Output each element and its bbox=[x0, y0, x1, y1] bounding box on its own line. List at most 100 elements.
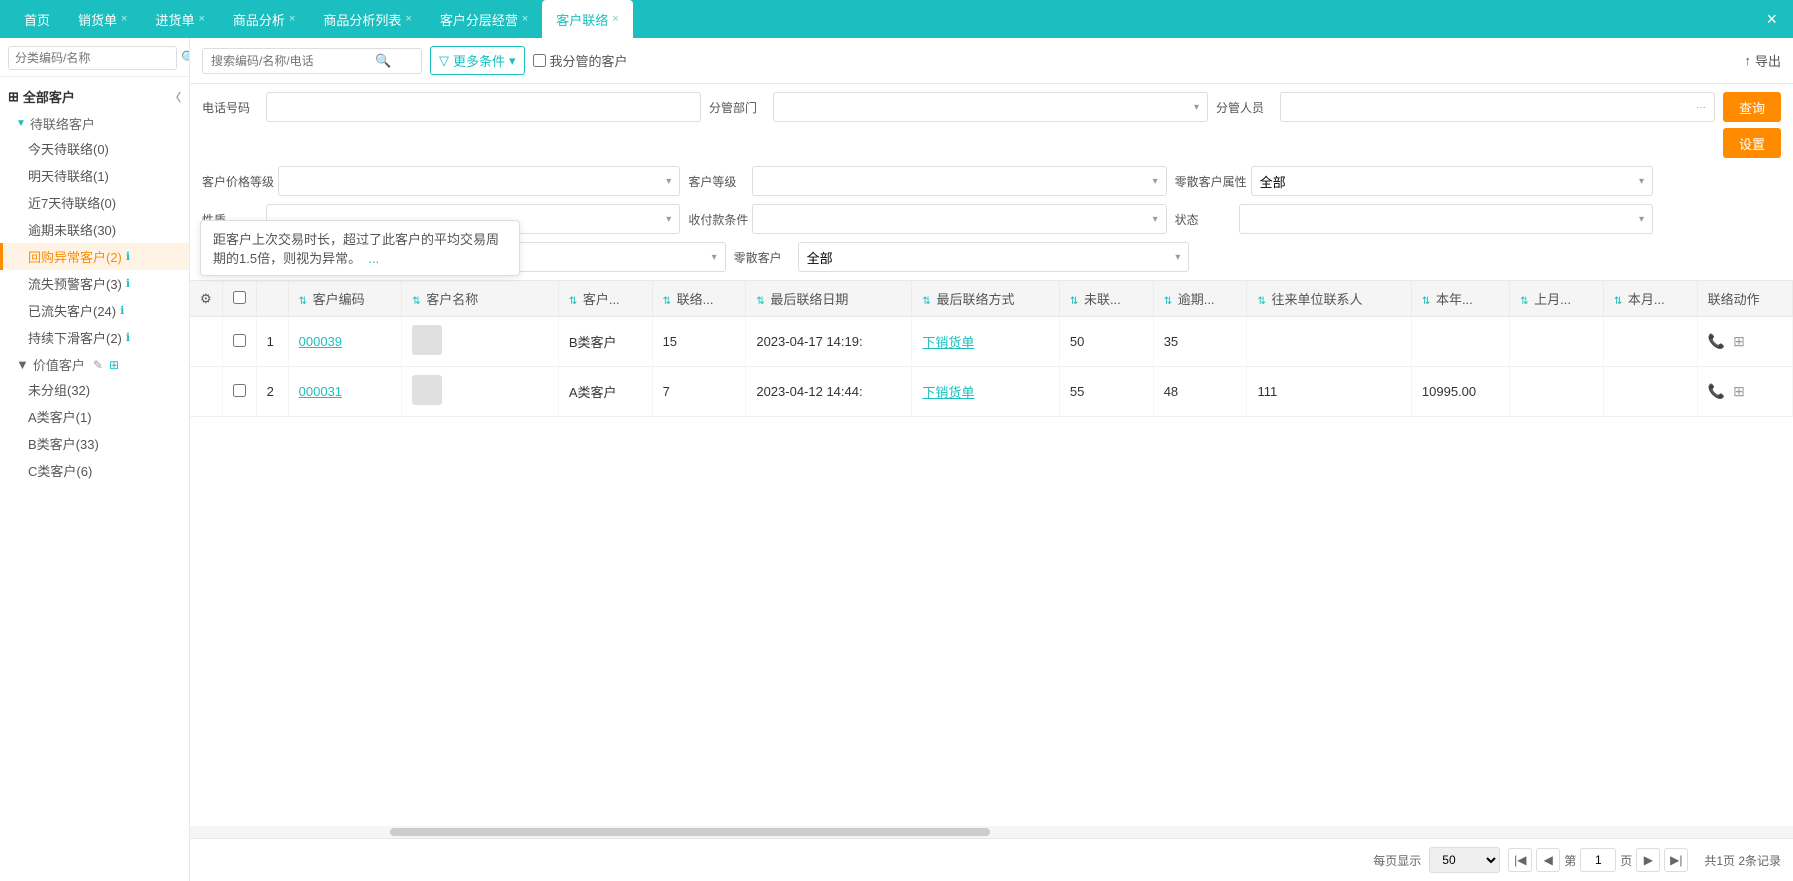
more-conditions-btn[interactable]: ▽ 更多条件 ▾ bbox=[430, 46, 525, 75]
sidebar-item-tomorrow[interactable]: 明天待联络(1) bbox=[0, 162, 189, 189]
close-all-tabs[interactable]: × bbox=[1766, 9, 1777, 30]
add-icon[interactable]: ⊞ bbox=[109, 358, 119, 372]
row1-checkbox[interactable] bbox=[222, 317, 256, 367]
pending-contact-group[interactable]: ▼ 待联络客户 bbox=[0, 110, 189, 135]
tab-sales[interactable]: 销货单 × bbox=[64, 0, 141, 38]
row1-code[interactable]: 000039 bbox=[288, 317, 402, 367]
row2-checkbox[interactable] bbox=[222, 367, 256, 417]
tab-customer-mgmt-close[interactable]: × bbox=[522, 13, 528, 25]
col-checkbox bbox=[222, 281, 256, 317]
select-all-checkbox[interactable] bbox=[233, 291, 246, 304]
info-icon-4: ℹ bbox=[126, 331, 130, 344]
sidebar-item-class-a[interactable]: A类客户(1) bbox=[0, 403, 189, 430]
sidebar-item-class-b[interactable]: B类客户(33) bbox=[0, 430, 189, 457]
tab-sales-close[interactable]: × bbox=[121, 13, 127, 25]
query-button[interactable]: 查询 bbox=[1723, 92, 1781, 122]
col-contact[interactable]: ⇅ 联络... bbox=[652, 281, 746, 317]
col-name[interactable]: ⇅ 客户名称 bbox=[402, 281, 559, 317]
filter-phone: 电话号码 bbox=[202, 92, 701, 122]
retail-customer-select[interactable]: 全部 ▾ bbox=[798, 242, 1190, 272]
row2-more-icon[interactable]: ⊞ bbox=[1733, 383, 1745, 400]
table-row: 1 000039 B类客户 15 2023-04-17 14:19: 下销货单 bbox=[190, 317, 1793, 367]
next-page-btn[interactable]: ▶ bbox=[1636, 848, 1660, 872]
all-customers-header[interactable]: ⊞ 全部客户 〈 bbox=[0, 83, 189, 110]
filter-price-grade: 客户价格等级 ▾ bbox=[202, 166, 680, 196]
col-this-year[interactable]: ⇅ 本年... bbox=[1411, 281, 1509, 317]
my-customers-check[interactable] bbox=[533, 54, 546, 67]
table-area: ⚙ ⇅ 客户编码 ⇅ 客户名称 bbox=[190, 281, 1793, 826]
row1-last-method[interactable]: 下销货单 bbox=[912, 317, 1060, 367]
payment-select[interactable]: ▾ bbox=[752, 204, 1166, 234]
tab-analysis-list[interactable]: 商品分析列表 × bbox=[309, 0, 425, 38]
sidebar-item-lost[interactable]: 已流失客户(24) ℹ bbox=[0, 297, 189, 324]
person-arrow: ··· bbox=[1696, 102, 1706, 113]
col-overdue[interactable]: ⇅ 逾期... bbox=[1153, 281, 1247, 317]
filter-customer-grade: 客户等级 ▾ bbox=[688, 166, 1166, 196]
table-scrollbar[interactable] bbox=[190, 826, 1793, 838]
col-code[interactable]: ⇅ 客户编码 bbox=[288, 281, 402, 317]
prev-page-btn[interactable]: ◀ bbox=[1536, 848, 1560, 872]
col-uncontacted[interactable]: ⇅ 未联... bbox=[1059, 281, 1153, 317]
col-type[interactable]: ⇅ 客户... bbox=[558, 281, 652, 317]
sidebar-item-today[interactable]: 今天待联络(0) bbox=[0, 135, 189, 162]
setting-button[interactable]: 设置 bbox=[1723, 128, 1781, 158]
table-scroll-thumb[interactable] bbox=[390, 828, 990, 836]
row1-phone-icon[interactable]: 📞 bbox=[1708, 333, 1725, 350]
dept-label: 分管部门 bbox=[709, 99, 769, 116]
tab-home[interactable]: 首页 bbox=[10, 0, 64, 38]
sidebar-item-repeat-abnormal[interactable]: 回购异常客户(2) ℹ bbox=[0, 243, 189, 270]
status-select[interactable]: ▾ bbox=[1239, 204, 1653, 234]
tab-customer-contact[interactable]: 客户联络 × bbox=[542, 0, 632, 38]
tab-customer-mgmt[interactable]: 客户分层经营 × bbox=[426, 0, 542, 38]
retail-attr-select[interactable]: 全部 ▾ bbox=[1251, 166, 1653, 196]
col-this-month[interactable]: ⇅ 本月... bbox=[1603, 281, 1697, 317]
customer-type-arrow: ▾ bbox=[712, 252, 717, 263]
page-input[interactable] bbox=[1580, 848, 1616, 872]
price-grade-select[interactable]: ▾ bbox=[278, 166, 680, 196]
col-settings[interactable]: ⚙ bbox=[190, 281, 222, 317]
col-last-month[interactable]: ⇅ 上月... bbox=[1510, 281, 1604, 317]
row2-unit-contact: 111 bbox=[1247, 367, 1411, 417]
row2-code[interactable]: 000031 bbox=[288, 367, 402, 417]
main-search-input[interactable] bbox=[211, 54, 371, 68]
tab-analysis-list-close[interactable]: × bbox=[405, 13, 411, 25]
export-btn[interactable]: ↑ 导出 bbox=[1744, 51, 1781, 70]
tab-analysis[interactable]: 商品分析 × bbox=[219, 0, 309, 38]
first-page-btn[interactable]: |◀ bbox=[1508, 848, 1532, 872]
sidebar-search-icon[interactable]: 🔍 bbox=[181, 50, 190, 66]
sidebar-item-7days[interactable]: 近7天待联络(0) bbox=[0, 189, 189, 216]
value-customers-group[interactable]: ▼ 价值客户 ✎ ⊞ bbox=[0, 351, 189, 376]
tab-purchase[interactable]: 进货单 × bbox=[141, 0, 218, 38]
last-page-btn[interactable]: ▶| bbox=[1664, 848, 1688, 872]
row1-more-icon[interactable]: ⊞ bbox=[1733, 333, 1745, 350]
action-buttons: 查询 设置 bbox=[1723, 92, 1781, 158]
person-select[interactable]: ··· bbox=[1280, 92, 1715, 122]
tab-analysis-close[interactable]: × bbox=[289, 13, 295, 25]
sidebar-item-class-c[interactable]: C类客户(6) bbox=[0, 457, 189, 484]
col-last-method[interactable]: ⇅ 最后联络方式 bbox=[912, 281, 1060, 317]
per-page-select[interactable]: 50 100 200 bbox=[1429, 847, 1500, 873]
tab-purchase-close[interactable]: × bbox=[198, 13, 204, 25]
sidebar-collapse-icon[interactable]: 〈 bbox=[170, 89, 181, 105]
row1-select[interactable] bbox=[233, 334, 246, 347]
sidebar-item-declining[interactable]: 持续下滑客户(2) ℹ bbox=[0, 324, 189, 351]
my-customers-checkbox[interactable]: 我分管的客户 bbox=[533, 51, 628, 70]
col-last-date[interactable]: ⇅ 最后联络日期 bbox=[746, 281, 912, 317]
row2-phone-icon[interactable]: 📞 bbox=[1708, 383, 1725, 400]
sidebar-item-lost-potential[interactable]: 流失预警客户(3) ℹ bbox=[0, 270, 189, 297]
sidebar-item-overdue[interactable]: 逾期未联络(30) bbox=[0, 216, 189, 243]
row2-last-method[interactable]: 下销货单 bbox=[912, 367, 1060, 417]
content-area: 🔍 ▽ 更多条件 ▾ 我分管的客户 ↑ 导出 电话号码 bbox=[190, 38, 1793, 881]
col-sort-icon-10: ⇅ bbox=[1422, 296, 1430, 307]
col-unit-contact[interactable]: ⇅ 往来单位联系人 bbox=[1247, 281, 1411, 317]
edit-icon[interactable]: ✎ bbox=[93, 358, 103, 372]
phone-input[interactable] bbox=[266, 92, 701, 122]
dept-select[interactable]: ▾ bbox=[773, 92, 1208, 122]
col-sort-icon-6: ⇅ bbox=[922, 296, 930, 307]
sidebar-search-input[interactable] bbox=[8, 46, 177, 70]
sidebar-item-unclassified[interactable]: 未分组(32) bbox=[0, 376, 189, 403]
main-search-icon[interactable]: 🔍 bbox=[375, 53, 391, 69]
tab-customer-contact-close[interactable]: × bbox=[612, 13, 618, 25]
customer-grade-select[interactable]: ▾ bbox=[752, 166, 1166, 196]
row2-select[interactable] bbox=[233, 384, 246, 397]
